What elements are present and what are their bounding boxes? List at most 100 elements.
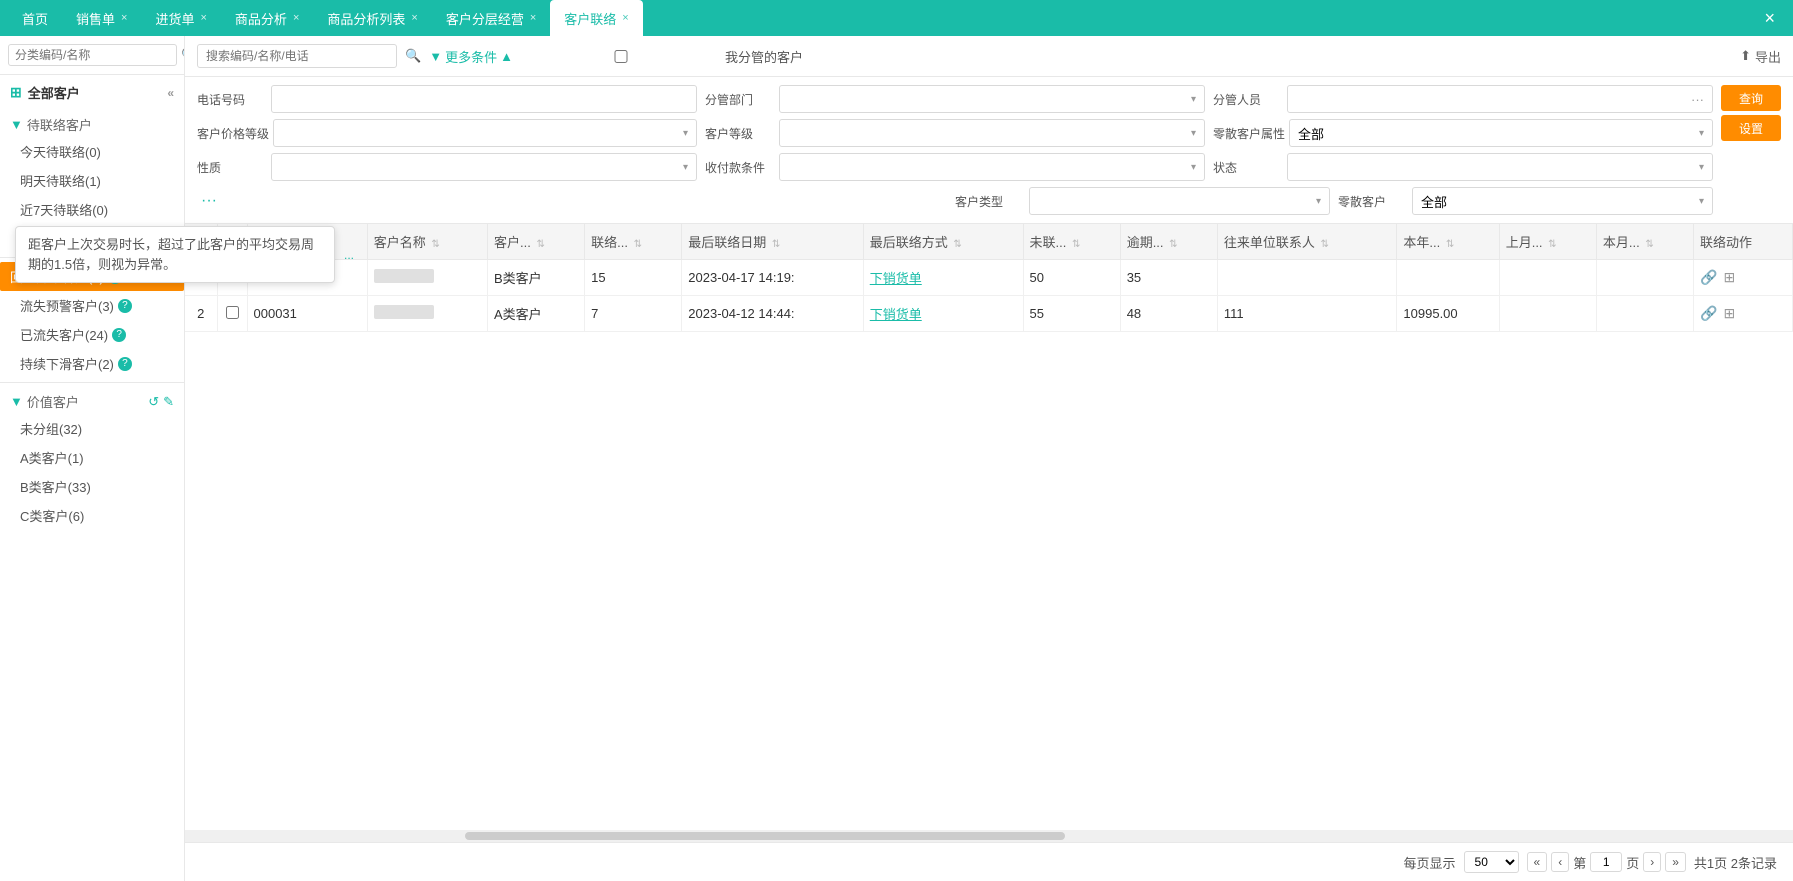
- nav-customer-contact[interactable]: 客户联络 ×: [550, 0, 642, 36]
- this-year-col-header[interactable]: 本年... ⇅: [1397, 224, 1499, 260]
- row-contacts-unit: [1217, 260, 1397, 296]
- page-suffix: 页: [1626, 853, 1639, 872]
- my-customers-checkbox[interactable]: 我分管的客户: [521, 47, 803, 66]
- per-page-select[interactable]: 50 100 200: [1464, 851, 1519, 873]
- retail-attr-field: 零散客户属性 全部 ▾: [1213, 119, 1713, 147]
- search-input[interactable]: [197, 44, 397, 68]
- link-icon[interactable]: 🔗: [1700, 269, 1717, 286]
- manager-select[interactable]: ···: [1287, 85, 1713, 113]
- prev-page-button[interactable]: ‹: [1551, 852, 1569, 872]
- info-icon[interactable]: ?: [118, 357, 132, 371]
- sidebar-item-7days[interactable]: 近7天待联络(0): [0, 195, 184, 224]
- status-select[interactable]: ▾: [1287, 153, 1713, 181]
- close-icon[interactable]: ×: [121, 12, 127, 24]
- row-action: 🔗 ⊞: [1694, 296, 1793, 332]
- row-last-contact-date: 2023-04-17 14:19:: [682, 260, 863, 296]
- link-icon[interactable]: 🔗: [1700, 305, 1717, 322]
- horizontal-scrollbar[interactable]: [185, 830, 1793, 842]
- last-contact-date-col-header[interactable]: 最后联络日期 ⇅: [682, 224, 863, 260]
- sidebar-item-churned[interactable]: 已流失客户(24) ?: [0, 320, 184, 349]
- chevron-down-icon: ▾: [1699, 128, 1704, 139]
- sidebar-item-a-class[interactable]: A类客户(1): [0, 443, 184, 472]
- customer-table: ⚙ 客户编码 ⇅ 客户名称 ⇅ 客户... ⇅: [185, 224, 1793, 332]
- more-conditions-button[interactable]: ▼ 更多条件 ▲: [429, 47, 513, 66]
- scrollbar-thumb[interactable]: [465, 832, 1065, 840]
- contact-col-header[interactable]: 联络... ⇅: [585, 224, 682, 260]
- row-last-contact-method[interactable]: 下销货单: [863, 296, 1023, 332]
- category-search-input[interactable]: [8, 44, 177, 66]
- status-field: 状态 ▾: [1213, 153, 1713, 181]
- overdue-col-header[interactable]: 逾期... ⇅: [1120, 224, 1217, 260]
- chevron-down-icon: ▾: [1699, 162, 1704, 173]
- close-icon[interactable]: ×: [530, 12, 536, 24]
- customer-level-select[interactable]: ▾: [779, 119, 1205, 147]
- my-customers-check[interactable]: [521, 50, 721, 63]
- first-page-button[interactable]: «: [1527, 852, 1548, 872]
- retail-attr-select[interactable]: 全部 ▾: [1289, 119, 1713, 147]
- refresh-icon[interactable]: ↺: [148, 394, 159, 410]
- close-icon[interactable]: ×: [622, 12, 628, 24]
- sidebar-item-today[interactable]: 今天待联络(0): [0, 137, 184, 166]
- nav-home[interactable]: 首页: [8, 0, 62, 36]
- department-select[interactable]: ▾: [779, 85, 1205, 113]
- last-contact-method-col-header[interactable]: 最后联络方式 ⇅: [863, 224, 1023, 260]
- sidebar-item-ungrouped[interactable]: 未分组(32): [0, 414, 184, 443]
- this-month-col-header[interactable]: 本月... ⇅: [1596, 224, 1693, 260]
- sort-icon: ⇅: [536, 239, 544, 250]
- grid-icon[interactable]: ⊞: [1723, 269, 1735, 286]
- retail-attr-label: 零散客户属性: [1213, 125, 1285, 142]
- settings-button[interactable]: 设置: [1721, 115, 1781, 141]
- sidebar-item-c-class[interactable]: C类客户(6): [0, 501, 184, 530]
- sidebar-item-tomorrow[interactable]: 明天待联络(1): [0, 166, 184, 195]
- more-options-dots[interactable]: ···: [197, 192, 221, 210]
- collapse-icon[interactable]: «: [167, 86, 174, 100]
- row-checkbox-cell[interactable]: [217, 296, 247, 332]
- info-icon[interactable]: ?: [118, 299, 132, 313]
- export-button[interactable]: ⬆ 导出: [1740, 47, 1781, 66]
- row-last-contact-method[interactable]: 下销货单: [863, 260, 1023, 296]
- close-icon[interactable]: ×: [411, 12, 417, 24]
- payment-select[interactable]: ▾: [779, 153, 1205, 181]
- nav-product-list[interactable]: 商品分析列表 ×: [313, 0, 431, 36]
- sidebar-item-declining[interactable]: 持续下滑客户(2) ?: [0, 349, 184, 378]
- contacts-unit-col-header[interactable]: 往来单位联系人 ⇅: [1217, 224, 1397, 260]
- info-icon[interactable]: ?: [112, 328, 126, 342]
- department-field: 分管部门 ▾: [705, 85, 1205, 113]
- price-level-select[interactable]: ▾: [273, 119, 697, 147]
- sidebar-item-churn-warning[interactable]: 流失预警客户(3) ?: [0, 291, 184, 320]
- gender-select[interactable]: ▾: [271, 153, 697, 181]
- row-overdue: 35: [1120, 260, 1217, 296]
- phone-field: 电话号码: [197, 85, 697, 113]
- row-last-contact-date: 2023-04-12 14:44:: [682, 296, 863, 332]
- last-page-button[interactable]: »: [1665, 852, 1686, 872]
- unreached-col-header[interactable]: 未联... ⇅: [1023, 224, 1120, 260]
- more-dots[interactable]: ···: [1691, 92, 1704, 107]
- last-month-col-header[interactable]: 上月... ⇅: [1499, 224, 1596, 260]
- customer-type-select[interactable]: ▾: [1029, 187, 1330, 215]
- query-button[interactable]: 查询: [1721, 85, 1781, 111]
- close-icon[interactable]: ×: [200, 12, 206, 24]
- customer-table-wrapper: ⚙ 客户编码 ⇅ 客户名称 ⇅ 客户... ⇅: [185, 224, 1793, 830]
- next-page-button[interactable]: ›: [1643, 852, 1661, 872]
- row-unreached: 55: [1023, 296, 1120, 332]
- search-icon[interactable]: 🔍: [405, 48, 421, 64]
- phone-input[interactable]: [271, 85, 697, 113]
- sort-icon: ⇅: [634, 239, 642, 250]
- nav-purchase[interactable]: 进货单 ×: [141, 0, 220, 36]
- row-checkbox[interactable]: [226, 306, 239, 319]
- grid-icon[interactable]: ⊞: [1723, 305, 1735, 322]
- window-close-button[interactable]: ×: [1754, 8, 1785, 29]
- all-customers-header[interactable]: ⊞ 全部客户 «: [0, 75, 184, 110]
- sidebar-item-b-class[interactable]: B类客户(33): [0, 472, 184, 501]
- retail-customer-select[interactable]: 全部 ▾: [1412, 187, 1713, 215]
- name-col-header[interactable]: 客户名称 ⇅: [367, 224, 487, 260]
- table-row: 1 000039 B类客户 15 2023-04-17 14:19: 下销货单 …: [185, 260, 1793, 296]
- category-col-header[interactable]: 客户... ⇅: [487, 224, 584, 260]
- close-icon[interactable]: ×: [293, 12, 299, 24]
- page-number-input[interactable]: [1590, 852, 1622, 872]
- nav-customer-segment[interactable]: 客户分层经营 ×: [432, 0, 550, 36]
- edit-icon[interactable]: ✎: [163, 394, 174, 410]
- payment-label: 收付款条件: [705, 159, 775, 176]
- nav-sales[interactable]: 销售单 ×: [62, 0, 141, 36]
- nav-product-analysis[interactable]: 商品分析 ×: [221, 0, 313, 36]
